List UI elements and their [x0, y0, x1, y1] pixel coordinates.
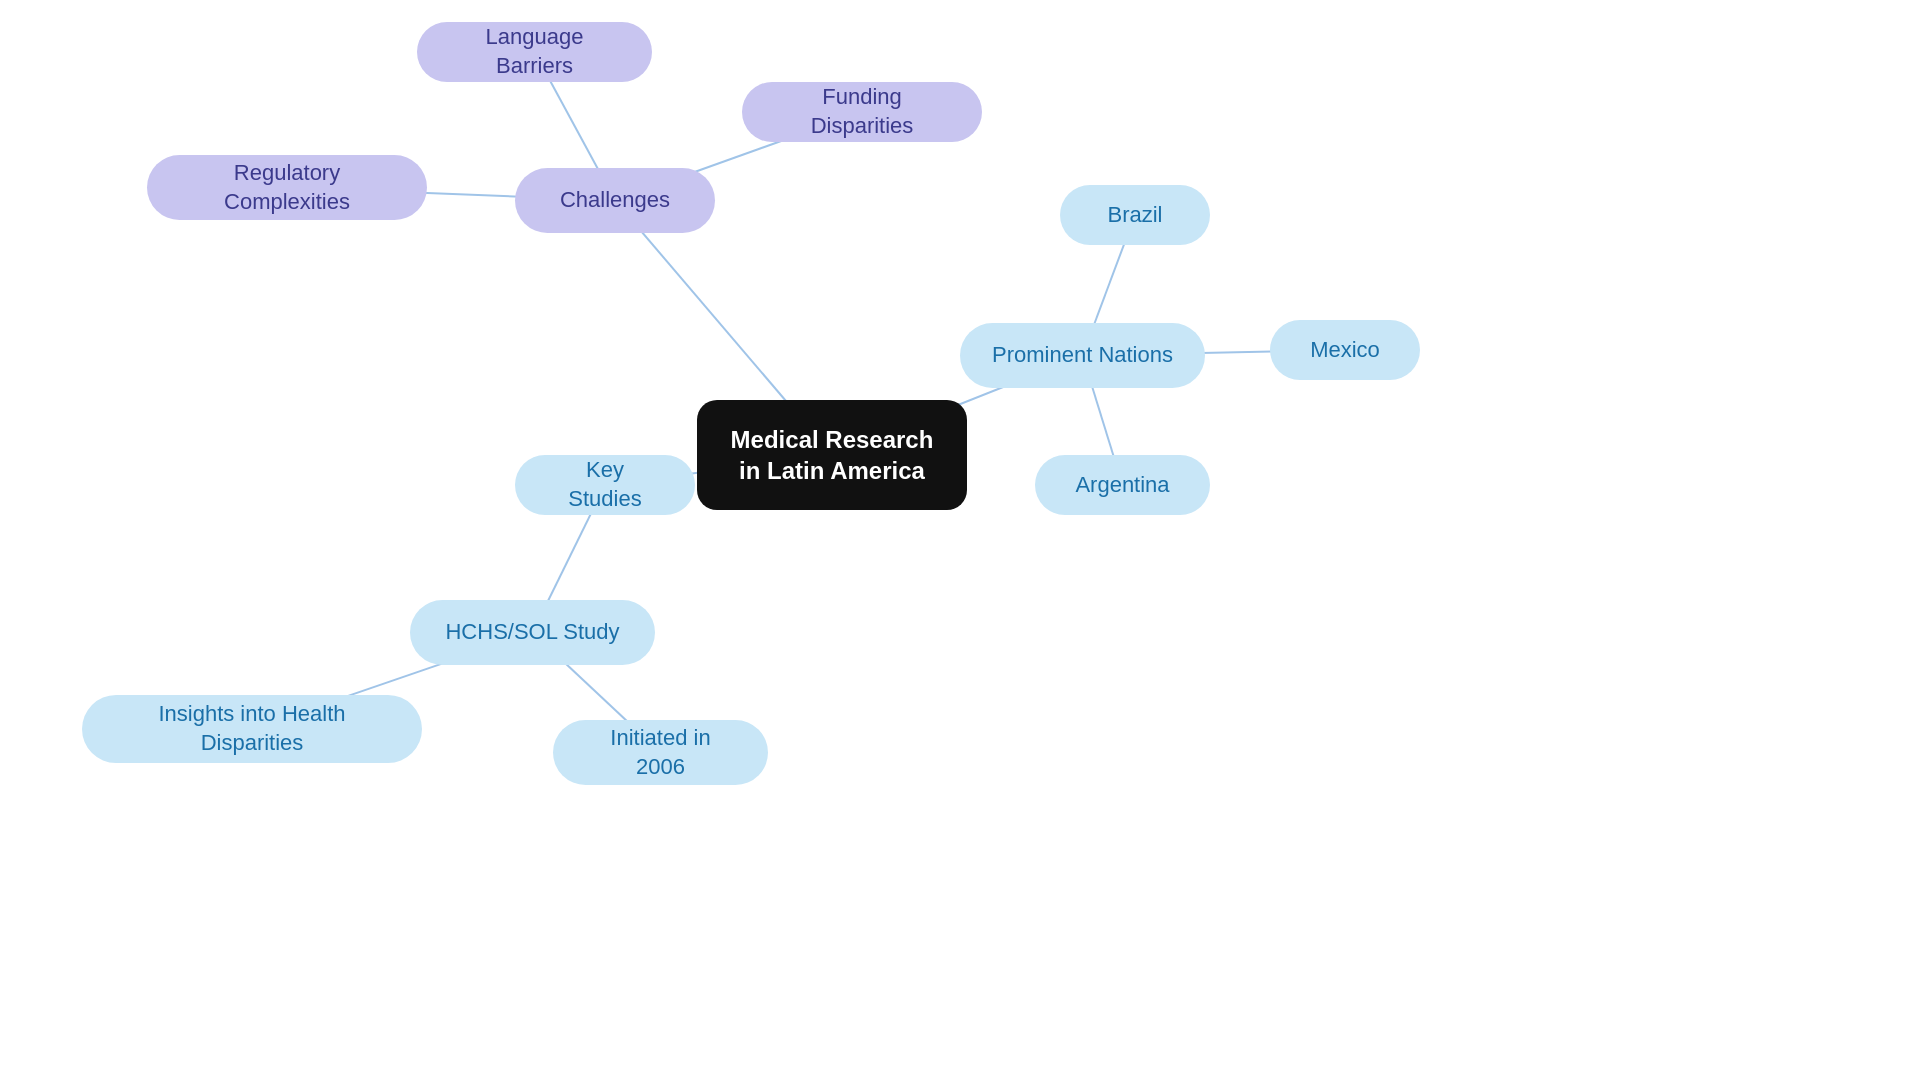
key-studies-node[interactable]: Key Studies	[515, 455, 695, 515]
center-node[interactable]: Medical Research in Latin America	[697, 400, 967, 510]
challenges-node[interactable]: Challenges	[515, 168, 715, 233]
brazil-node[interactable]: Brazil	[1060, 185, 1210, 245]
argentina-node[interactable]: Argentina	[1035, 455, 1210, 515]
regulatory-complexities-node[interactable]: Regulatory Complexities	[147, 155, 427, 220]
insights-node[interactable]: Insights into Health Disparities	[82, 695, 422, 763]
initiated-node[interactable]: Initiated in 2006	[553, 720, 768, 785]
mexico-node[interactable]: Mexico	[1270, 320, 1420, 380]
prominent-nations-node[interactable]: Prominent Nations	[960, 323, 1205, 388]
hchs-sol-node[interactable]: HCHS/SOL Study	[410, 600, 655, 665]
funding-disparities-node[interactable]: Funding Disparities	[742, 82, 982, 142]
language-barriers-node[interactable]: Language Barriers	[417, 22, 652, 82]
